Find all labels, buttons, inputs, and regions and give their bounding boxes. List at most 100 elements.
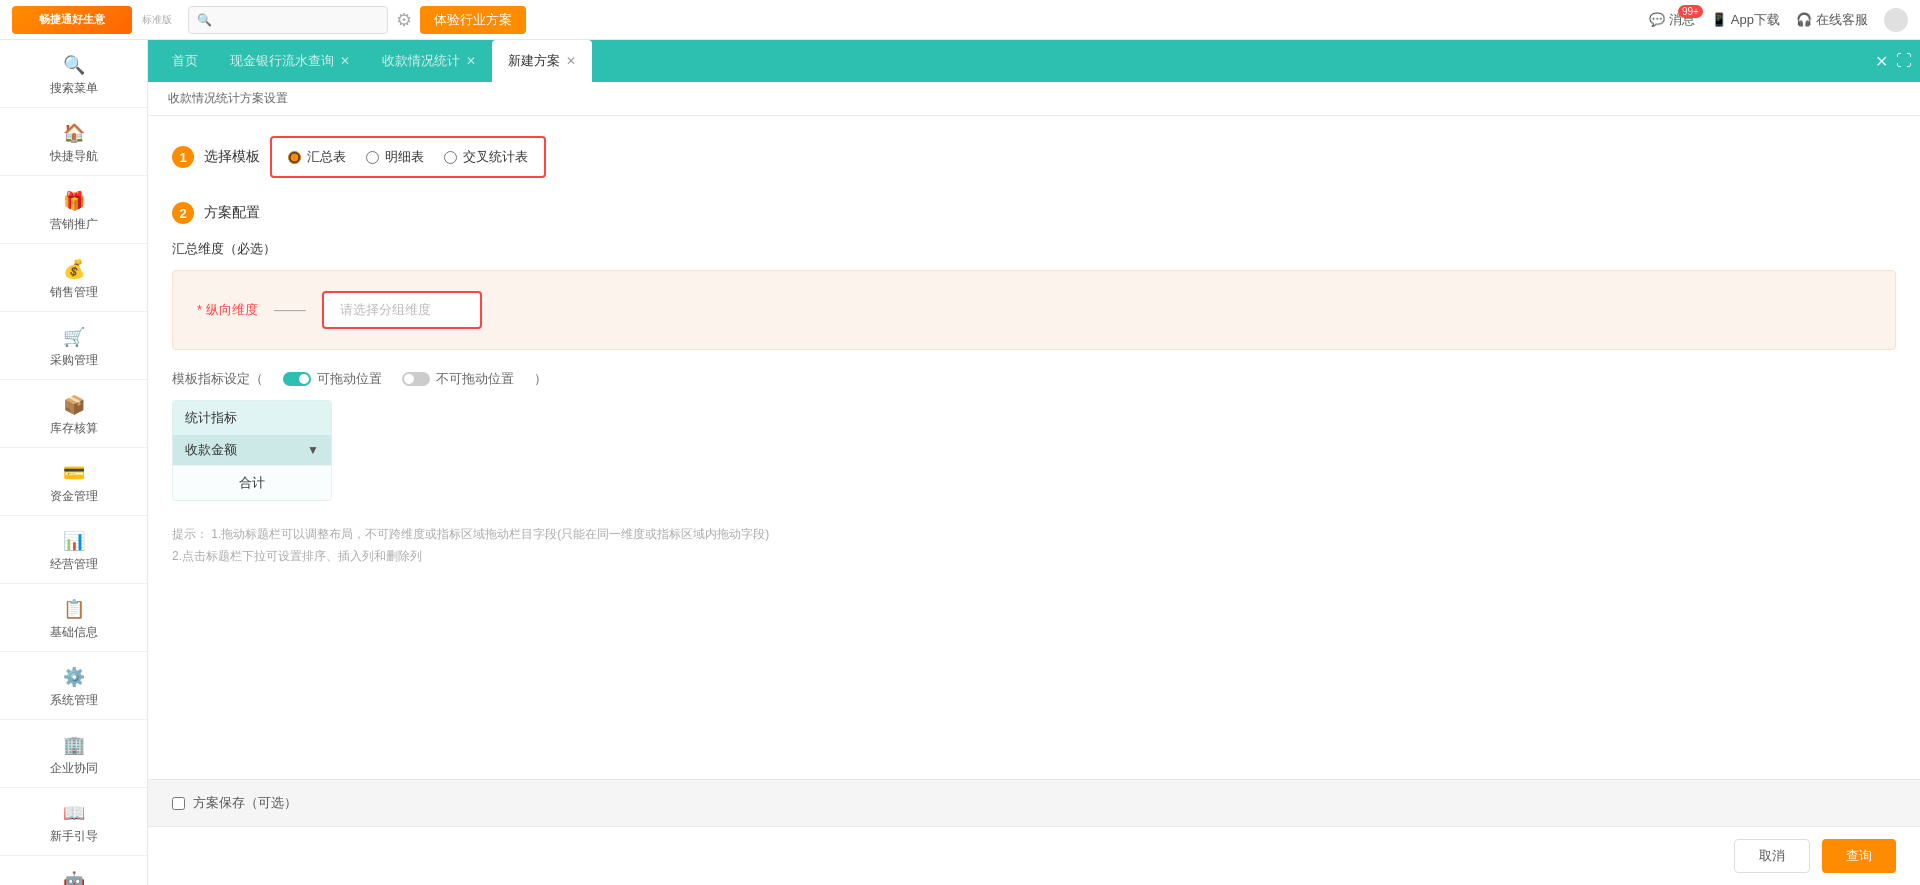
service-btn[interactable]: 🎧 在线客服 bbox=[1796, 11, 1868, 29]
sidebar: 🔍 搜索菜单 🏠 快捷导航 🎁 营销推广 💰 销售管理 🛒 采购管理 📦 库存核… bbox=[0, 40, 148, 885]
sidebar-item-marketing[interactable]: 🎁 营销推广 bbox=[0, 176, 147, 244]
trial-button[interactable]: 体验行业方案 bbox=[420, 6, 526, 34]
close-new-plan-tab[interactable]: ✕ bbox=[566, 54, 576, 68]
step1-header: 1 选择模板 汇总表 明细表 bbox=[172, 136, 1896, 178]
card-icon: 💳 bbox=[63, 462, 85, 484]
sidebar-item-new-guide[interactable]: 📖 新手引导 bbox=[0, 788, 147, 856]
metrics-table-header: 统计指标 bbox=[173, 401, 331, 435]
sidebar-item-quick-nav[interactable]: 🏠 快捷导航 bbox=[0, 108, 147, 176]
sidebar-item-basic-info[interactable]: 📋 基础信息 bbox=[0, 584, 147, 652]
step1-num: 1 bbox=[172, 146, 194, 168]
bottom-bar: 取消 查询 bbox=[148, 826, 1920, 885]
sidebar-item-sales[interactable]: 💰 销售管理 bbox=[0, 244, 147, 312]
settings-icon[interactable]: ⚙ bbox=[396, 9, 412, 31]
sidebar-item-enterprise-collab[interactable]: 🏢 企业协同 bbox=[0, 720, 147, 788]
maximize-icon[interactable]: ⛶ bbox=[1896, 52, 1912, 70]
search-menu-icon: 🔍 bbox=[63, 54, 85, 76]
radio-detail[interactable]: 明细表 bbox=[366, 148, 424, 166]
save-plan-checkbox[interactable] bbox=[172, 797, 185, 810]
download-icon: 📱 bbox=[1711, 12, 1727, 27]
metrics-header-row[interactable]: 收款金额 ▼ bbox=[173, 435, 331, 465]
metrics-header: 模板指标设定（ 可拖动位置 不可拖动位置 ） bbox=[172, 370, 1896, 388]
tab-home[interactable]: 首页 bbox=[156, 40, 214, 82]
book-icon: 📖 bbox=[63, 802, 85, 824]
top-bar: 畅捷通好生意 标准版 🔍 ⚙ 体验行业方案 💬 99+ 消息 📱 App下载 🎧… bbox=[0, 0, 1920, 40]
radio-cross-input[interactable] bbox=[444, 151, 457, 164]
sidebar-item-operations[interactable]: 📊 经营管理 bbox=[0, 516, 147, 584]
step1-section: 1 选择模板 汇总表 明细表 bbox=[172, 136, 1896, 178]
top-actions: 💬 99+ 消息 📱 App下载 🎧 在线客服 bbox=[1649, 8, 1908, 32]
metrics-table-body: 合计 bbox=[173, 465, 331, 500]
arrow-icon: —— bbox=[274, 301, 306, 319]
radio-detail-input[interactable] bbox=[366, 151, 379, 164]
tab-collection-stats[interactable]: 收款情况统计 ✕ bbox=[366, 40, 492, 82]
tip-line-2: 2.点击标题栏下拉可设置排序、插入列和删除列 bbox=[172, 546, 1896, 568]
home-icon: 🏠 bbox=[63, 122, 85, 144]
tip-line-1: 提示： 1.拖动标题栏可以调整布局，不可跨维度或指标区域拖动栏目字段(只能在同一… bbox=[172, 524, 1896, 546]
download-btn[interactable]: 📱 App下载 bbox=[1711, 11, 1780, 29]
cancel-button[interactable]: 取消 bbox=[1734, 839, 1810, 873]
step2-header: 2 方案配置 bbox=[172, 202, 1896, 224]
money-icon: 💰 bbox=[63, 258, 85, 280]
sidebar-item-search-menu[interactable]: 🔍 搜索菜单 bbox=[0, 40, 147, 108]
sidebar-item-smart-hardware[interactable]: 🤖 智能硬件 bbox=[0, 856, 147, 885]
sidebar-item-purchase[interactable]: 🛒 采购管理 bbox=[0, 312, 147, 380]
query-button[interactable]: 查询 bbox=[1822, 839, 1896, 873]
enterprise-icon: 🏢 bbox=[63, 734, 85, 756]
search-input[interactable] bbox=[212, 13, 379, 27]
metrics-header-close: ） bbox=[534, 370, 547, 388]
metrics-section: 模板指标设定（ 可拖动位置 不可拖动位置 ） bbox=[172, 370, 1896, 567]
close-collection-tab[interactable]: ✕ bbox=[466, 54, 476, 68]
radio-cross-label[interactable]: 交叉统计表 bbox=[463, 148, 528, 166]
radio-summary-input[interactable] bbox=[288, 151, 301, 164]
dimension-area: 纵向维度 —— 请选择分组维度 bbox=[172, 270, 1896, 350]
box-icon: 📦 bbox=[63, 394, 85, 416]
radio-summary-label[interactable]: 汇总表 bbox=[307, 148, 346, 166]
sidebar-item-inventory[interactable]: 📦 库存核算 bbox=[0, 380, 147, 448]
headset-icon: 🎧 bbox=[1796, 12, 1812, 27]
metrics-setting-label: 模板指标设定（ bbox=[172, 370, 263, 388]
step1-title: 选择模板 bbox=[204, 148, 260, 166]
draggable-indicator[interactable] bbox=[283, 372, 311, 386]
radio-detail-label[interactable]: 明细表 bbox=[385, 148, 424, 166]
sidebar-item-system[interactable]: ⚙️ 系统管理 bbox=[0, 652, 147, 720]
message-btn[interactable]: 💬 99+ 消息 bbox=[1649, 11, 1695, 29]
robot-icon: 🤖 bbox=[63, 870, 85, 885]
search-box[interactable]: 🔍 bbox=[188, 6, 388, 34]
non-draggable-toggle[interactable]: 不可拖动位置 bbox=[402, 370, 514, 388]
radio-cross[interactable]: 交叉统计表 bbox=[444, 148, 528, 166]
tab-bar: 首页 现金银行流水查询 ✕ 收款情况统计 ✕ 新建方案 ✕ ✕ ⛶ bbox=[148, 40, 1920, 82]
sidebar-item-finance[interactable]: 💳 资金管理 bbox=[0, 448, 147, 516]
form-area: 1 选择模板 汇总表 明细表 bbox=[148, 116, 1920, 779]
app-logo: 畅捷通好生意 bbox=[12, 6, 132, 34]
tab-bank-flow[interactable]: 现金银行流水查询 ✕ bbox=[214, 40, 366, 82]
metrics-subtotal-cell: 合计 bbox=[173, 465, 331, 500]
app-version: 标准版 bbox=[142, 13, 172, 27]
dimension-row: 纵向维度 —— 请选择分组维度 bbox=[197, 291, 1871, 329]
close-bank-flow-tab[interactable]: ✕ bbox=[340, 54, 350, 68]
config-section: 汇总维度（必选） 纵向维度 —— 请选择分组维度 模板指标设定（ bbox=[172, 240, 1896, 567]
chevron-down-icon[interactable]: ▼ bbox=[307, 443, 319, 457]
step2-num: 2 bbox=[172, 202, 194, 224]
gear-icon: ⚙️ bbox=[63, 666, 85, 688]
cart-icon: 🛒 bbox=[63, 326, 85, 348]
non-draggable-indicator[interactable] bbox=[402, 372, 430, 386]
close-all-icon[interactable]: ✕ bbox=[1875, 52, 1888, 71]
user-avatar[interactable] bbox=[1884, 8, 1908, 32]
metrics-table: 统计指标 收款金额 ▼ 合计 bbox=[172, 400, 332, 501]
gift-icon: 🎁 bbox=[63, 190, 85, 212]
vertical-dim-label: 纵向维度 bbox=[197, 301, 258, 319]
save-option: 方案保存（可选） bbox=[148, 779, 1920, 826]
breadcrumb: 收款情况统计方案设置 bbox=[148, 82, 1920, 116]
message-icon: 💬 bbox=[1649, 12, 1665, 27]
save-plan-label[interactable]: 方案保存（可选） bbox=[193, 794, 297, 812]
radio-summary[interactable]: 汇总表 bbox=[288, 148, 346, 166]
tab-new-plan[interactable]: 新建方案 ✕ bbox=[492, 40, 592, 82]
clipboard-icon: 📋 bbox=[63, 598, 85, 620]
dim-select[interactable]: 请选择分组维度 bbox=[322, 291, 482, 329]
step2-title: 方案配置 bbox=[204, 204, 260, 222]
draggable-toggle[interactable]: 可拖动位置 bbox=[283, 370, 382, 388]
metrics-table-title: 统计指标 bbox=[185, 409, 237, 427]
tips-section: 提示： 1.拖动标题栏可以调整布局，不可跨维度或指标区域拖动栏目字段(只能在同一… bbox=[172, 524, 1896, 567]
template-box: 汇总表 明细表 交叉统计表 bbox=[270, 136, 546, 178]
